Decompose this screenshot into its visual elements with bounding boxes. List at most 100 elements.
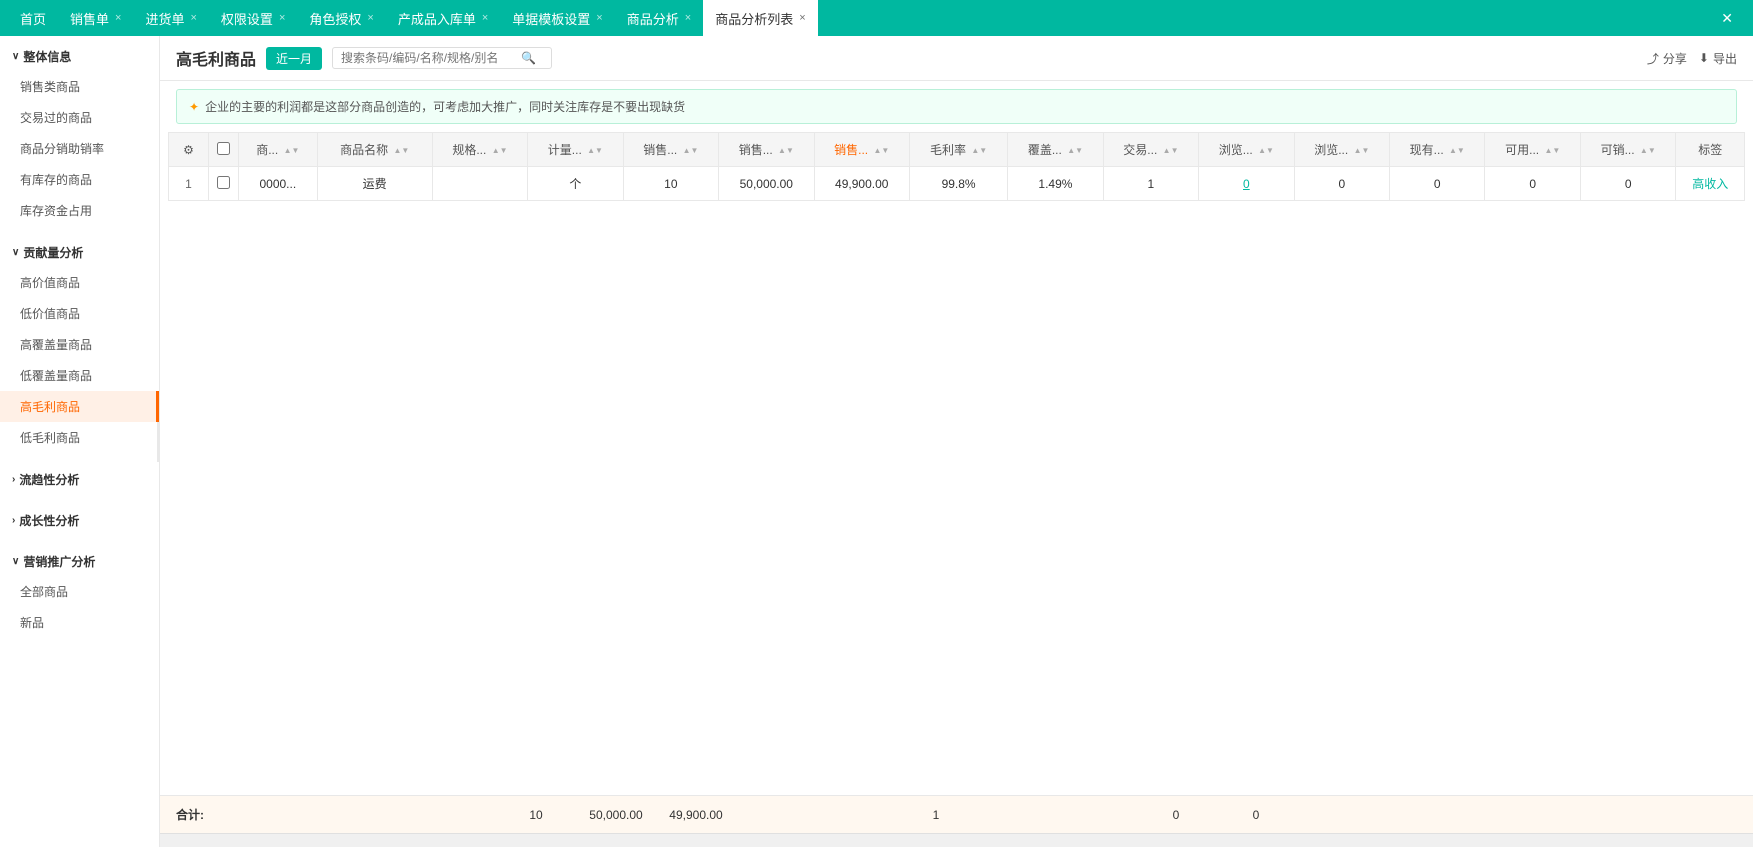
nav-active-close-icon[interactable]: × — [799, 12, 805, 24]
arrow-right-icon: › — [12, 474, 15, 485]
nav-sales[interactable]: 销售单 × — [58, 0, 133, 36]
col-gross-margin[interactable]: 毛利率 ▲▼ — [909, 133, 1007, 167]
col-name[interactable]: 商品名称 ▲▼ — [317, 133, 432, 167]
nav-close-icon[interactable]: × — [596, 12, 602, 24]
sort-icon[interactable]: ▲▼ — [971, 146, 987, 155]
nav-close-icon[interactable]: × — [685, 12, 691, 24]
row-num: 1 — [169, 167, 209, 201]
footer-transaction: 1 — [896, 808, 976, 822]
col-view2[interactable]: 浏览... ▲▼ — [1294, 133, 1389, 167]
sort-icon[interactable]: ▲▼ — [1258, 146, 1274, 155]
export-icon: ⬇ — [1699, 51, 1709, 65]
sidebar-item-high-value[interactable]: 高价值商品 — [0, 267, 159, 298]
row-saleable: 0 — [1580, 167, 1675, 201]
nav-home[interactable]: 首页 — [8, 0, 58, 36]
sort-icon[interactable]: ▲▼ — [1449, 146, 1465, 155]
sort-icon[interactable]: ▲▼ — [1067, 146, 1083, 155]
row-sales-amount: 50,000.00 — [719, 167, 814, 201]
col-checkbox[interactable] — [209, 133, 239, 167]
row-checkbox[interactable] — [209, 167, 239, 201]
page-title: 高毛利商品 — [176, 46, 256, 70]
sidebar-item-all-goods[interactable]: 全部商品 — [0, 576, 159, 607]
col-view1[interactable]: 浏览... ▲▼ — [1199, 133, 1294, 167]
sort-icon[interactable]: ▲▼ — [1640, 146, 1656, 155]
sort-icon[interactable]: ▲▼ — [393, 146, 409, 155]
col-settings[interactable]: ⚙ — [169, 133, 209, 167]
search-input[interactable] — [341, 51, 521, 65]
nav-close-icon[interactable]: × — [115, 12, 121, 24]
select-all-checkbox[interactable] — [217, 142, 230, 155]
sort-icon[interactable]: ▲▼ — [1163, 146, 1179, 155]
nav-close-icon[interactable]: × — [190, 12, 196, 24]
col-sales-profit[interactable]: 销售... ▲▼ — [814, 133, 909, 167]
col-unit[interactable]: 计量... ▲▼ — [528, 133, 623, 167]
window-close-button[interactable]: ✕ — [1709, 0, 1745, 36]
sidebar-item-stock-capital[interactable]: 库存资金占用 — [0, 195, 159, 226]
share-icon: ⤴ — [1647, 50, 1659, 67]
nav-close-icon[interactable]: × — [482, 12, 488, 24]
col-available[interactable]: 可用... ▲▼ — [1485, 133, 1580, 167]
sort-icon[interactable]: ▲▼ — [492, 146, 508, 155]
sidebar-group-growth: › 成长性分析 — [0, 500, 159, 541]
nav-close-icon[interactable]: × — [367, 12, 373, 24]
sidebar-item-low-value[interactable]: 低价值商品 — [0, 298, 159, 329]
sidebar-item-low-margin[interactable]: 低毛利商品 — [0, 422, 159, 453]
nav-role[interactable]: 角色授权 × — [297, 0, 385, 36]
sort-icon[interactable]: ▲▼ — [284, 146, 300, 155]
sidebar-item-high-margin[interactable]: 高毛利商品 — [0, 391, 159, 422]
sort-icon[interactable]: ▲▼ — [1354, 146, 1370, 155]
col-current-stock[interactable]: 现有... ▲▼ — [1390, 133, 1485, 167]
col-spec[interactable]: 规格... ▲▼ — [432, 133, 527, 167]
row-gross-margin: 99.8% — [909, 167, 1007, 201]
nav-close-icon[interactable]: × — [279, 12, 285, 24]
nav-product-analysis[interactable]: 商品分析 × — [615, 0, 703, 36]
row-view1[interactable]: 0 — [1199, 167, 1294, 201]
horizontal-scrollbar[interactable] — [160, 833, 1753, 847]
col-sales-qty[interactable]: 销售... ▲▼ — [623, 133, 718, 167]
sort-icon[interactable]: ▲▼ — [683, 146, 699, 155]
sidebar-item-high-coverage[interactable]: 高覆盖量商品 — [0, 329, 159, 360]
sidebar-group-marketing-title[interactable]: ∨ 营销推广分析 — [0, 547, 159, 576]
col-coverage[interactable]: 覆盖... ▲▼ — [1008, 133, 1103, 167]
col-code[interactable]: 商... ▲▼ — [239, 133, 318, 167]
sidebar-group-overview-title[interactable]: ∨ 整体信息 — [0, 42, 159, 71]
col-sales-amount[interactable]: 销售... ▲▼ — [719, 133, 814, 167]
row-select-checkbox[interactable] — [217, 176, 230, 189]
nav-product-inbound[interactable]: 产成品入库单 × — [386, 0, 500, 36]
time-filter-button[interactable]: 近一月 — [266, 47, 322, 70]
search-icon[interactable]: 🔍 — [521, 51, 536, 65]
nav-purchase[interactable]: 进货单 × — [133, 0, 208, 36]
sidebar-item-sales-goods[interactable]: 销售类商品 — [0, 71, 159, 102]
footer-sales-profit: 49,900.00 — [656, 808, 736, 822]
sidebar-item-traded-goods[interactable]: 交易过的商品 — [0, 102, 159, 133]
row-tag: 高收入 — [1676, 167, 1745, 201]
sidebar-item-distribution-rate[interactable]: 商品分销助销率 — [0, 133, 159, 164]
table-row: 1 0000... 运费 个 10 50,000.00 49,900.00 99… — [169, 167, 1745, 201]
sort-icon[interactable]: ▲▼ — [778, 146, 794, 155]
footer-sales-amount: 50,000.00 — [576, 808, 656, 822]
sidebar-group-trend-title[interactable]: › 流趋性分析 — [0, 465, 159, 494]
sidebar-group-contribution-title[interactable]: ∨ 贡献量分析 — [0, 238, 159, 267]
row-transaction: 1 — [1103, 167, 1198, 201]
sort-icon[interactable]: ▲▼ — [587, 146, 603, 155]
footer-available: 0 — [1216, 808, 1296, 822]
share-button[interactable]: ⤴ 分享 — [1647, 50, 1687, 67]
nav-permission[interactable]: 权限设置 × — [209, 0, 297, 36]
row-sales-qty: 10 — [623, 167, 718, 201]
info-banner: ✦ 企业的主要的利润都是这部分商品创造的，可考虑加大推广，同时关注库存是不要出现… — [176, 89, 1737, 124]
export-button[interactable]: ⬇ 导出 — [1699, 50, 1737, 67]
sidebar-item-low-coverage[interactable]: 低覆盖量商品 — [0, 360, 159, 391]
nav-template[interactable]: 单据模板设置 × — [500, 0, 614, 36]
sidebar-item-stock-goods[interactable]: 有库存的商品 — [0, 164, 159, 195]
col-saleable[interactable]: 可销... ▲▼ — [1580, 133, 1675, 167]
data-table: ⚙ 商... ▲▼ 商品名称 ▲▼ — [168, 132, 1745, 201]
sidebar-collapse-button[interactable]: « — [157, 422, 160, 462]
col-tag[interactable]: 标签 — [1676, 133, 1745, 167]
col-transaction[interactable]: 交易... ▲▼ — [1103, 133, 1198, 167]
sort-icon[interactable]: ▲▼ — [1544, 146, 1560, 155]
sidebar-group-growth-title[interactable]: › 成长性分析 — [0, 506, 159, 535]
sidebar-item-new-goods[interactable]: 新品 — [0, 607, 159, 638]
nav-product-analysis-list[interactable]: 商品分析列表 × — [703, 0, 817, 36]
sort-icon[interactable]: ▲▼ — [874, 146, 890, 155]
row-sales-profit: 49,900.00 — [814, 167, 909, 201]
